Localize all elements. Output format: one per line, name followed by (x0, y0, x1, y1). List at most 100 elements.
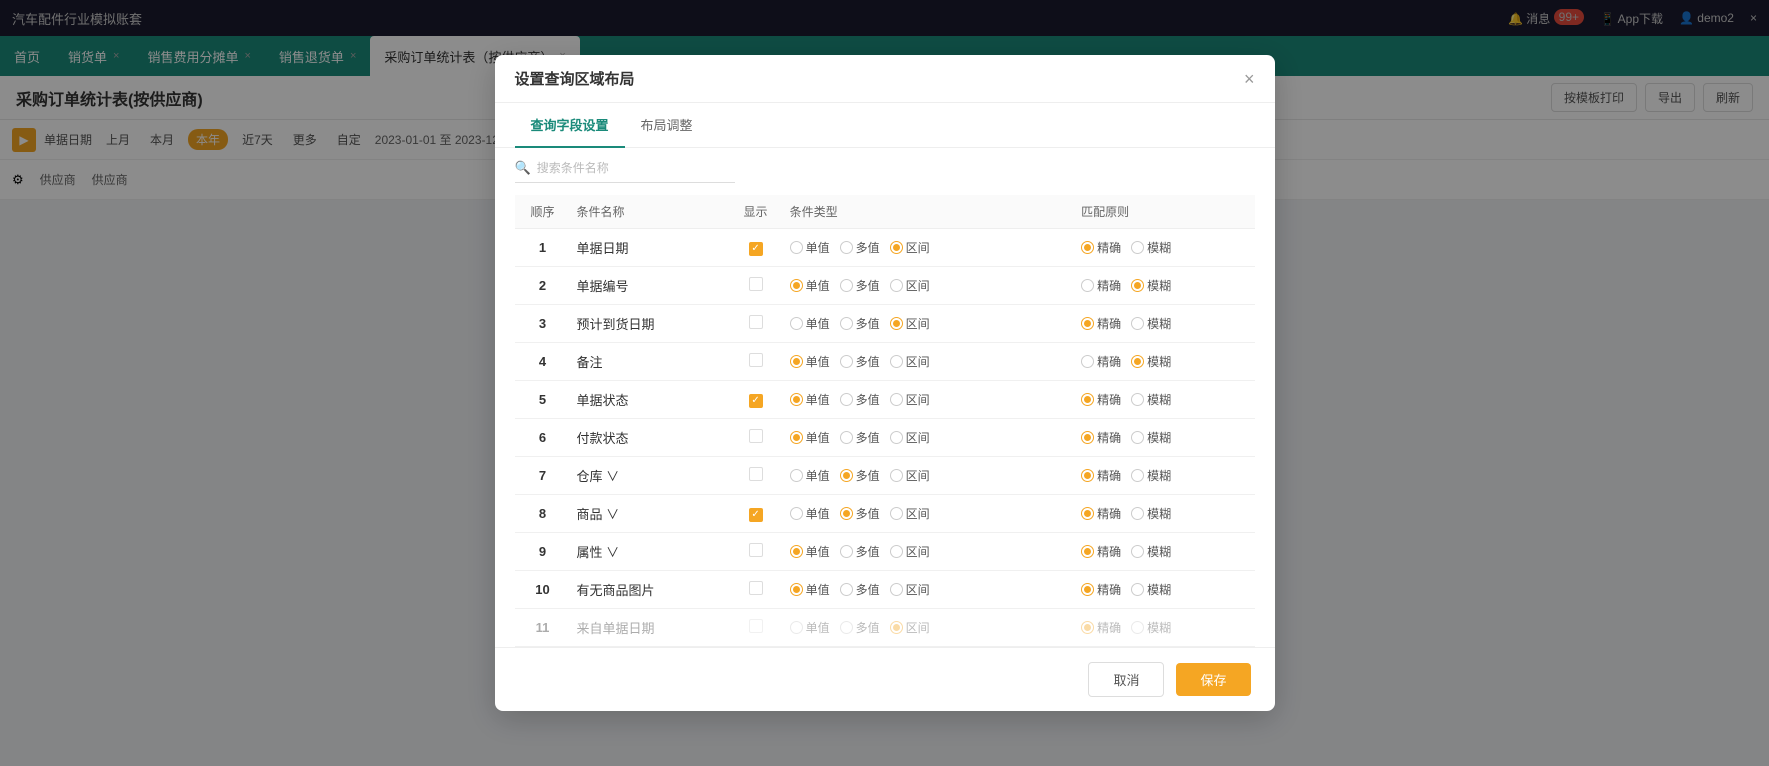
radio-circle-7 (790, 507, 803, 520)
match-radio-精确-10[interactable]: 精确 (1081, 619, 1121, 636)
type-radio-单值-10[interactable]: 单值 (790, 619, 830, 636)
match-radio-模糊-3[interactable]: 模糊 (1131, 353, 1171, 370)
search-input[interactable] (537, 161, 717, 175)
type-radio-单值-8[interactable]: 单值 (790, 543, 830, 560)
match-radio-模糊-9[interactable]: 模糊 (1131, 581, 1171, 598)
type-radio-单值-7[interactable]: 单值 (790, 505, 830, 522)
type-radio-区间-8[interactable]: 区间 (890, 543, 930, 560)
row-show-2[interactable] (728, 305, 784, 343)
type-radio-区间-10[interactable]: 区间 (890, 619, 930, 636)
match-radio-精确-4[interactable]: 精确 (1081, 391, 1121, 408)
type-radio-区间-2[interactable]: 区间 (890, 315, 930, 332)
type-radio-区间-7[interactable]: 区间 (890, 505, 930, 522)
tab-layout-adjust[interactable]: 布局调整 (625, 103, 709, 148)
match-radio-精确-7[interactable]: 精确 (1081, 505, 1121, 522)
save-button[interactable]: 保存 (1176, 663, 1250, 696)
show-checkbox-9[interactable] (749, 581, 763, 595)
radio-circle-6 (890, 469, 903, 482)
match-radio-模糊-0[interactable]: 模糊 (1131, 239, 1171, 256)
show-checkbox-8[interactable] (749, 543, 763, 557)
show-checkbox-7[interactable] (749, 508, 763, 522)
modal-close-button[interactable]: × (1244, 70, 1255, 88)
conditions-table: 顺序 条件名称 显示 条件类型 匹配原则 1单据日期单值多值区间精确模糊2单据编… (515, 195, 1255, 647)
radio-circle-6 (790, 469, 803, 482)
row-show-4[interactable] (728, 381, 784, 419)
match-circle-7 (1131, 507, 1144, 520)
match-radio-精确-2[interactable]: 精确 (1081, 315, 1121, 332)
type-radio-多值-6[interactable]: 多值 (840, 467, 880, 484)
type-radio-区间-5[interactable]: 区间 (890, 429, 930, 446)
cancel-button[interactable]: 取消 (1088, 662, 1164, 697)
type-radio-多值-9[interactable]: 多值 (840, 581, 880, 598)
type-radio-多值-4[interactable]: 多值 (840, 391, 880, 408)
match-radio-精确-6[interactable]: 精确 (1081, 467, 1121, 484)
show-checkbox-0[interactable] (749, 242, 763, 256)
type-radio-单值-2[interactable]: 单值 (790, 315, 830, 332)
match-radio-精确-9[interactable]: 精确 (1081, 581, 1121, 598)
row-show-6[interactable] (728, 457, 784, 495)
col-type: 条件类型 (784, 195, 1076, 229)
show-checkbox-5[interactable] (749, 429, 763, 443)
type-radio-多值-0[interactable]: 多值 (840, 239, 880, 256)
row-name-6: 仓库 ∨ (571, 457, 728, 495)
match-circle-0 (1131, 241, 1144, 254)
type-radio-单值-6[interactable]: 单值 (790, 467, 830, 484)
row-show-10[interactable] (728, 609, 784, 647)
type-radio-多值-7[interactable]: 多值 (840, 505, 880, 522)
radio-circle-5 (840, 431, 853, 444)
show-checkbox-6[interactable] (749, 467, 763, 481)
show-checkbox-3[interactable] (749, 353, 763, 367)
match-radio-精确-8[interactable]: 精确 (1081, 543, 1121, 560)
show-checkbox-2[interactable] (749, 315, 763, 329)
row-show-8[interactable] (728, 533, 784, 571)
modal-header: 设置查询区域布局 × (495, 55, 1275, 103)
type-radio-单值-9[interactable]: 单值 (790, 581, 830, 598)
row-match-7: 精确模糊 (1075, 495, 1254, 533)
match-radio-模糊-6[interactable]: 模糊 (1131, 467, 1171, 484)
match-radio-模糊-2[interactable]: 模糊 (1131, 315, 1171, 332)
type-radio-单值-1[interactable]: 单值 (790, 277, 830, 294)
type-radio-多值-5[interactable]: 多值 (840, 429, 880, 446)
match-radio-模糊-8[interactable]: 模糊 (1131, 543, 1171, 560)
modal-table-wrapper: 顺序 条件名称 显示 条件类型 匹配原则 1单据日期单值多值区间精确模糊2单据编… (495, 195, 1275, 647)
row-show-9[interactable] (728, 571, 784, 609)
show-checkbox-1[interactable] (749, 277, 763, 291)
type-radio-区间-1[interactable]: 区间 (890, 277, 930, 294)
match-radio-模糊-5[interactable]: 模糊 (1131, 429, 1171, 446)
type-radio-区间-3[interactable]: 区间 (890, 353, 930, 370)
type-radio-多值-1[interactable]: 多值 (840, 277, 880, 294)
row-match-5: 精确模糊 (1075, 419, 1254, 457)
match-circle-0 (1081, 241, 1094, 254)
radio-circle-10 (840, 621, 853, 634)
type-radio-单值-5[interactable]: 单值 (790, 429, 830, 446)
row-show-3[interactable] (728, 343, 784, 381)
tab-query-fields[interactable]: 查询字段设置 (515, 103, 625, 148)
type-radio-多值-8[interactable]: 多值 (840, 543, 880, 560)
match-radio-精确-0[interactable]: 精确 (1081, 239, 1121, 256)
row-show-7[interactable] (728, 495, 784, 533)
row-show-5[interactable] (728, 419, 784, 457)
type-radio-区间-0[interactable]: 区间 (890, 239, 930, 256)
match-radio-模糊-1[interactable]: 模糊 (1131, 277, 1171, 294)
match-radio-模糊-10[interactable]: 模糊 (1131, 619, 1171, 636)
match-radio-模糊-4[interactable]: 模糊 (1131, 391, 1171, 408)
type-radio-区间-6[interactable]: 区间 (890, 467, 930, 484)
match-radio-精确-3[interactable]: 精确 (1081, 353, 1121, 370)
row-show-0[interactable] (728, 229, 784, 267)
match-radio-精确-5[interactable]: 精确 (1081, 429, 1121, 446)
match-radio-精确-1[interactable]: 精确 (1081, 277, 1121, 294)
row-order-5: 6 (515, 419, 571, 457)
row-show-1[interactable] (728, 267, 784, 305)
match-radio-模糊-7[interactable]: 模糊 (1131, 505, 1171, 522)
type-radio-单值-3[interactable]: 单值 (790, 353, 830, 370)
type-radio-单值-4[interactable]: 单值 (790, 391, 830, 408)
row-order-8: 9 (515, 533, 571, 571)
show-checkbox-10[interactable] (749, 619, 763, 633)
type-radio-多值-2[interactable]: 多值 (840, 315, 880, 332)
type-radio-区间-4[interactable]: 区间 (890, 391, 930, 408)
type-radio-多值-3[interactable]: 多值 (840, 353, 880, 370)
type-radio-多值-10[interactable]: 多值 (840, 619, 880, 636)
type-radio-区间-9[interactable]: 区间 (890, 581, 930, 598)
type-radio-单值-0[interactable]: 单值 (790, 239, 830, 256)
show-checkbox-4[interactable] (749, 394, 763, 408)
